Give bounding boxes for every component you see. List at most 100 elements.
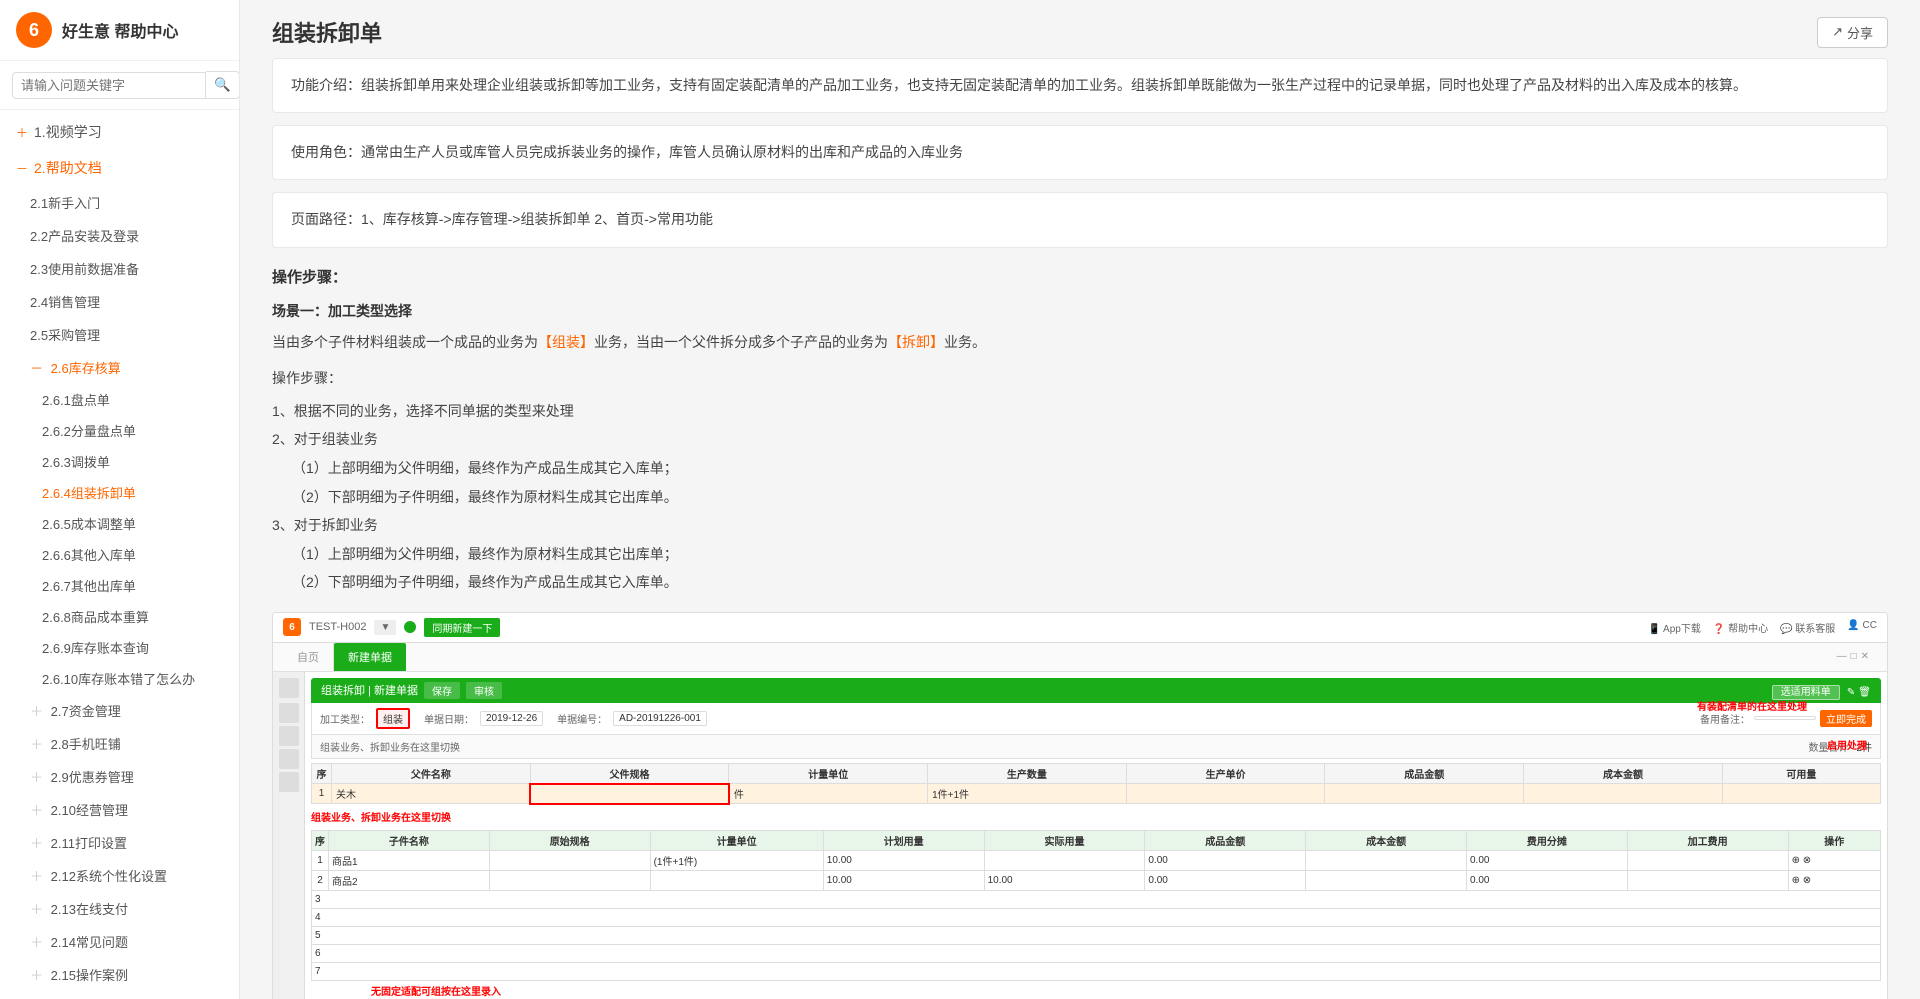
mock-ctd-name2: 商品2: [329, 870, 490, 890]
step3-sub1: （1）上部明细为父件明细，最终作为原材料生成其它出库单；: [292, 541, 1888, 568]
mock-child-row-5: 5: [312, 926, 1881, 944]
mock-ctd-empty7: 7: [312, 962, 1881, 980]
annotation-assembly-label: 组装业务、拆卸业务在这里切换: [311, 807, 1881, 826]
plus-icon-funds: ＋: [30, 704, 43, 719]
share-button[interactable]: ↗ 分享: [1817, 17, 1888, 48]
mock-remark-input[interactable]: [1754, 716, 1816, 720]
sidebar-item-sales[interactable]: 2.4销售管理: [0, 285, 239, 318]
mock-child-row-3: 3: [312, 890, 1881, 908]
search-button[interactable]: 🔍: [206, 71, 240, 99]
mock-form-title: 组装拆卸 | 新建单据: [321, 682, 418, 698]
mock-ctd-empty4: 4: [312, 908, 1881, 926]
search-input[interactable]: [12, 72, 206, 99]
minus-icon: －: [16, 160, 28, 177]
plus-icon-onlinepay: ＋: [30, 902, 43, 917]
sidebar-item-costrecalc[interactable]: 2.6.8商品成本重算: [0, 601, 239, 632]
mock-save-btn[interactable]: 保存: [424, 682, 460, 699]
annotation-approve: 启用处理: [1827, 737, 1867, 752]
mock-cth-plan: 计划用量: [823, 830, 984, 850]
sidebar-item-new[interactable]: 2.1新手入门: [0, 186, 239, 219]
sidebar-item-funds[interactable]: ＋ 2.7资金管理: [0, 694, 239, 727]
mock-contact: 💬 联系客服: [1780, 620, 1835, 635]
mock-cth-seq: 序: [312, 830, 329, 850]
sidebar-item-stocktake[interactable]: 2.6.1盘点单: [0, 384, 239, 415]
sidebar-item-faq[interactable]: ＋ 2.14常见问题: [0, 925, 239, 958]
mock-parent-table: 序 父件名称 父件规格 计量单位 生产数量 生产单价 成品金额 成本金额 可用量: [311, 763, 1881, 805]
mock-approve-btn[interactable]: 审核: [466, 682, 502, 699]
mock-ctd-workfee2: [1627, 870, 1788, 890]
sidebar-item-onlinepay[interactable]: ＋ 2.13在线支付: [0, 892, 239, 925]
mock-config-area: 选适用料单 ✎ 🗑: [1772, 683, 1871, 698]
sidebar-item-otherinbound[interactable]: 2.6.6其他入库单: [0, 539, 239, 570]
mock-remark-label: 备用备注：: [1700, 711, 1750, 726]
mock-selector: ▼: [374, 620, 396, 635]
plus-icon-sysconfig: ＋: [30, 869, 43, 884]
highlight-disassembly: 【拆卸】: [888, 334, 944, 350]
sidebar-item-assembly[interactable]: 2.6.4组装拆卸单: [0, 477, 239, 508]
annotation-unlimited-label: 无固定适配可组按在这里录入: [311, 981, 1881, 999]
mock-ctd-amt1: 0.00: [1145, 850, 1306, 870]
mock-td-price1: [1126, 784, 1325, 804]
sidebar-item-otheroutbound[interactable]: 2.6.7其他出库单: [0, 570, 239, 601]
scene1-desc: 当由多个子件材料组装成一个成品的业务为【组装】业务，当由一个父件拆分成多个子产品…: [272, 329, 1888, 356]
plus-icon-cases: ＋: [30, 968, 43, 983]
sidebar-item-inventory[interactable]: － 2.6库存核算: [0, 351, 239, 384]
sidebar-item-prepare[interactable]: 2.3使用前数据准备: [0, 252, 239, 285]
mock-ctd-plan1: 10.00: [823, 850, 984, 870]
mock-icon-5: [279, 772, 299, 792]
mock-date-val: 2019-12-26: [480, 711, 543, 726]
sidebar-header: 6 好生意 帮助中心: [0, 0, 239, 61]
sidebar-item-install[interactable]: 2.2产品安装及登录: [0, 219, 239, 252]
mock-ctd-ops1: ⊕ ⊗: [1788, 850, 1880, 870]
sidebar-item-accounterr[interactable]: 2.6.10库存账本错了怎么办: [0, 663, 239, 694]
mock-th-unit: 计量单位: [729, 763, 928, 784]
sidebar-item-mobile[interactable]: ＋ 2.8手机旺铺: [0, 727, 239, 760]
sidebar-item-coupon[interactable]: ＋ 2.9优惠券管理: [0, 760, 239, 793]
mock-cth-spec: 原始规格: [489, 830, 650, 850]
mock-icon-4: [279, 749, 299, 769]
mock-child-header: 序 子件名称 原始规格 计量单位 计划用量 实际用量 成品金额 成本金额 费用分: [312, 830, 1881, 850]
sidebar-item-stockbalance[interactable]: 2.6.9库存账本查询: [0, 632, 239, 663]
mock-screenshot: 6 TEST-H002 ▼ 同期新建一下 📱 App下载 ❓ 帮助中心 💬 联系…: [273, 613, 1887, 999]
search-bar: 🔍: [0, 61, 239, 110]
intro-text: 功能介绍：组装拆卸单用来处理企业组装或拆卸等加工业务，支持有固定装配清单的产品加…: [291, 77, 1747, 93]
sidebar-item-videos[interactable]: ＋ 1.视频学习: [0, 114, 239, 150]
sidebar-item-print[interactable]: ＋ 2.11打印设置: [0, 826, 239, 859]
mock-cth-ops: 操作: [1788, 830, 1880, 850]
sidebar-item-cases[interactable]: ＋ 2.15操作案例: [0, 958, 239, 991]
step3-sub2: （2）下部明细为子件明细，最终作为产成品生成其它入库单。: [292, 569, 1888, 596]
mock-td-spec1: [530, 784, 729, 804]
mock-ctd-unit1: (1件+1件): [650, 850, 823, 870]
mock-confirm-btn[interactable]: 立即完成: [1820, 710, 1872, 727]
sidebar-item-purchase[interactable]: 2.5采购管理: [0, 318, 239, 351]
sidebar-item-partialstock[interactable]: 2.6.2分量盘点单: [0, 415, 239, 446]
sidebar-item-sysconfig[interactable]: ＋ 2.12系统个性化设置: [0, 859, 239, 892]
sidebar-item-ops[interactable]: ＋ 2.10经营管理: [0, 793, 239, 826]
mock-th-spec: 父件规格: [530, 763, 729, 784]
mock-ctd-costamt2: [1306, 870, 1467, 890]
sidebar-item-docs[interactable]: － 2.帮助文档: [0, 150, 239, 186]
mock-icon-2: [279, 703, 299, 723]
mock-ctd-actual1: [984, 850, 1145, 870]
plus-icon-mobile: ＋: [30, 737, 43, 752]
step-list: 1、根据不同的业务，选择不同单据的类型来处理 2、对于组装业务 （1）上部明细为…: [272, 398, 1888, 596]
step2-sub2: （2）下部明细为子件明细，最终作为原材料生成其它出库单。: [292, 484, 1888, 511]
mock-qty-row: 组装业务、拆卸业务在这里切换 数量合计 2件: [311, 735, 1881, 759]
sidebar-item-transfer[interactable]: 2.6.3调拨单: [0, 446, 239, 477]
share-icon: ↗: [1832, 24, 1843, 40]
mock-cth-share: 费用分摊: [1466, 830, 1627, 850]
step2: 2、对于组装业务: [272, 426, 1888, 453]
app-title: 好生意 帮助中心: [62, 18, 178, 42]
mock-type-input[interactable]: 组装: [376, 708, 410, 729]
mock-ctd-empty6: 6: [312, 944, 1881, 962]
mock-child-table: 序 子件名称 原始规格 计量单位 计划用量 实际用量 成品金额 成本金额 费用分: [311, 830, 1881, 981]
mock-td-costamt1: [1524, 784, 1723, 804]
mock-upper-table: 序 父件名称 父件规格 计量单位 生产数量 生产单价 成品金额 成本金额 可用量: [311, 763, 1881, 805]
mock-th-price: 生产单价: [1126, 763, 1325, 784]
mock-ctd-spec1: [489, 850, 650, 870]
plus-icon: ＋: [16, 124, 28, 141]
mock-cth-unit: 计量单位: [650, 830, 823, 850]
mock-tab-max: □: [1851, 651, 1857, 662]
sidebar-item-costadj[interactable]: 2.6.5成本调整单: [0, 508, 239, 539]
annotation-config: 有装配清单的在这里处理: [1697, 698, 1807, 713]
